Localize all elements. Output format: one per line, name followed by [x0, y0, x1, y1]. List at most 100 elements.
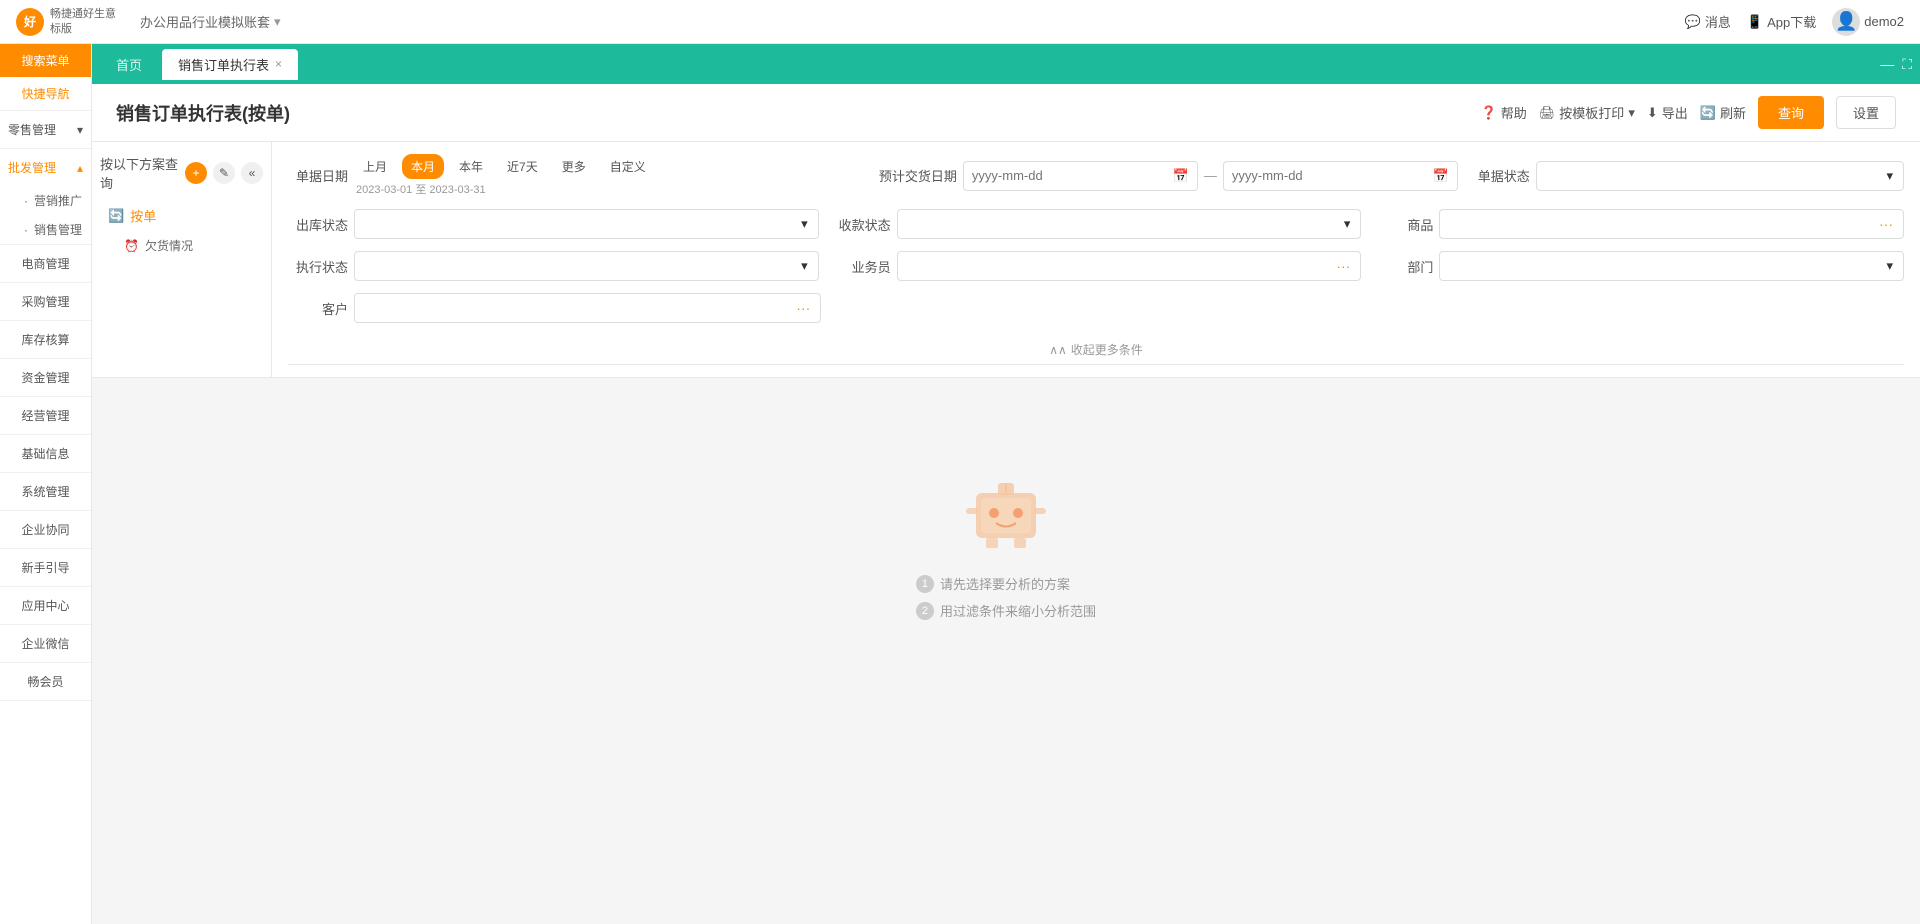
salesperson-label: 业务员	[831, 257, 891, 276]
doc-status-label: 单据状态	[1470, 166, 1530, 185]
sidebar-item-wechat[interactable]: 企业微信	[0, 625, 91, 663]
add-scheme-button[interactable]: +	[185, 162, 207, 184]
sidebar-item-purchase[interactable]: 采购管理	[0, 283, 91, 321]
print-arrow-icon: ▾	[1628, 105, 1635, 121]
expected-delivery-label: 预计交货日期	[879, 166, 957, 185]
filter-scheme-label: 按以下方案查询	[100, 154, 185, 192]
sidebar-item-appcenter[interactable]: 应用中心	[0, 587, 91, 625]
sidebar-item-finance[interactable]: 资金管理	[0, 359, 91, 397]
custom-date-btn[interactable]: 自定义	[601, 154, 655, 179]
filter-scheme-header: 按以下方案查询 + ✎ «	[100, 154, 263, 192]
empty-illustration	[956, 458, 1056, 558]
sidebar-item-wholesale[interactable]: 批发管理 ▴ · 营销推广 · 销售管理	[0, 149, 91, 245]
goods-ellipsis-icon[interactable]: ···	[1879, 216, 1893, 232]
expected-date-start[interactable]: 📅	[963, 161, 1198, 191]
sidebar-item-member[interactable]: 畅会员	[0, 663, 91, 701]
sidebar-item-cooperation[interactable]: 企业协同	[0, 511, 91, 549]
expected-start-input[interactable]	[972, 168, 1169, 183]
goods-input[interactable]: ···	[1439, 209, 1904, 239]
select-arrow-icon: ▾	[1886, 168, 1893, 184]
help-button[interactable]: ❓ 帮助	[1481, 103, 1527, 122]
field-doc-status: 单据状态 ▾	[1470, 161, 1904, 191]
sidebar-retail-header[interactable]: 零售管理 ▾	[0, 111, 91, 148]
app-download-button[interactable]: 📱 App下载	[1747, 12, 1816, 31]
scheme-sub-shortage[interactable]: ⏰ 欠货情况	[100, 231, 263, 260]
sidebar-item-system[interactable]: 系统管理	[0, 473, 91, 511]
last-month-btn[interactable]: 上月	[354, 154, 396, 179]
filter-row-2: 出库状态 ▾ 收款状态 ▾	[288, 209, 1904, 239]
breadcrumb-arrow-icon[interactable]: ▾	[274, 14, 281, 30]
field-salesperson: 业务员 ···	[831, 251, 1362, 281]
print-icon: 🖨	[1539, 105, 1556, 121]
sidebar: 搜索菜单 快捷导航 零售管理 ▾ 批发管理 ▴ · 营销推广 · 销售管理	[0, 44, 92, 924]
sidebar-wholesale-header[interactable]: 批发管理 ▴	[0, 149, 91, 186]
calendar-start-icon: 📅	[1173, 168, 1189, 184]
export-button[interactable]: ⬇ 导出	[1647, 103, 1688, 122]
sidebar-item-newguide[interactable]: 新手引导	[0, 549, 91, 587]
field-goods: 商品 ···	[1373, 209, 1904, 239]
filter-scheme-actions: + ✎ «	[185, 162, 263, 184]
app-icon: 📱	[1747, 14, 1763, 30]
sidebar-item-ecommerce[interactable]: 电商管理	[0, 245, 91, 283]
customer-input[interactable]: ···	[354, 293, 821, 323]
help-icon: ❓	[1481, 105, 1497, 121]
collapse-scheme-button[interactable]: «	[241, 162, 263, 184]
message-button[interactable]: 💬 消息	[1685, 12, 1731, 31]
filter-panel: 按以下方案查询 + ✎ «	[92, 142, 1920, 378]
expected-end-input[interactable]	[1232, 168, 1429, 183]
sidebar-sub-marketing[interactable]: · 营销推广	[0, 186, 91, 215]
last7days-btn[interactable]: 近7天	[498, 154, 547, 179]
department-select[interactable]: ▾	[1439, 251, 1904, 281]
minimize-button[interactable]: —	[1880, 56, 1894, 72]
scheme-item-byorder[interactable]: 🔄 按单	[100, 200, 263, 231]
refresh-button[interactable]: 🔄 刷新	[1700, 103, 1746, 122]
settings-button[interactable]: 设置	[1836, 96, 1896, 129]
search-menu-label: 搜索菜单	[21, 54, 69, 68]
report-tab[interactable]: 销售订单执行表 ×	[162, 49, 298, 80]
collapse-more-button[interactable]: ∧∧ 收起更多条件	[1049, 341, 1143, 358]
main-layout: 搜索菜单 快捷导航 零售管理 ▾ 批发管理 ▴ · 营销推广 · 销售管理	[0, 44, 1920, 924]
top-bar-right: 💬 消息 📱 App下载 👤 demo2	[1685, 8, 1904, 36]
edit-icon: ✎	[219, 166, 229, 180]
maximize-button[interactable]: ⛶	[1902, 56, 1912, 73]
breadcrumb-text: 办公用品行业模拟账套	[140, 12, 270, 31]
expected-date-end[interactable]: 📅	[1223, 161, 1458, 191]
quick-nav-button[interactable]: 快捷导航	[0, 77, 91, 111]
empty-tip-2: 2 用过滤条件来缩小分析范围	[916, 601, 1096, 620]
field-document-date: 单据日期 上月 本月 本年 近7天 更多 自定义	[288, 154, 867, 197]
tab-close-icon[interactable]: ×	[275, 57, 282, 71]
query-button[interactable]: 查询	[1758, 96, 1824, 129]
sidebar-item-basic[interactable]: 基础信息	[0, 435, 91, 473]
filter-row-4: 客户 ···	[288, 293, 821, 323]
home-tab[interactable]: 首页	[100, 49, 158, 80]
salesperson-input[interactable]: ···	[897, 251, 1362, 281]
payment-select[interactable]: ▾	[897, 209, 1362, 239]
add-icon: +	[192, 166, 199, 180]
report-tab-label: 销售订单执行表	[178, 55, 269, 74]
print-button[interactable]: 🖨 按模板打印 ▾	[1539, 103, 1635, 122]
user-menu[interactable]: 👤 demo2	[1832, 8, 1904, 36]
this-month-btn[interactable]: 本月	[402, 154, 444, 179]
scheme-icon: 🔄	[108, 208, 124, 224]
tabs-bar-right: — ⛶	[1880, 56, 1912, 73]
chevron-icon: ▾	[77, 123, 83, 137]
department-label: 部门	[1373, 257, 1433, 276]
customer-ellipsis-icon[interactable]: ···	[796, 300, 810, 316]
outstock-arrow-icon: ▾	[801, 216, 808, 232]
salesperson-ellipsis-icon[interactable]: ···	[1336, 258, 1350, 274]
outstock-select[interactable]: ▾	[354, 209, 819, 239]
bullet-icon2: ·	[24, 223, 28, 237]
sidebar-item-retail[interactable]: 零售管理 ▾	[0, 111, 91, 149]
this-year-btn[interactable]: 本年	[450, 154, 492, 179]
sidebar-sub-sales[interactable]: · 销售管理	[0, 215, 91, 244]
empty-tip-1: 1 请先选择要分析的方案	[916, 574, 1096, 593]
sidebar-item-operation[interactable]: 经营管理	[0, 397, 91, 435]
more-dates-btn[interactable]: 更多	[553, 154, 595, 179]
sidebar-item-inventory[interactable]: 库存核算	[0, 321, 91, 359]
empty-tips: 1 请先选择要分析的方案 2 用过滤条件来缩小分析范围	[916, 574, 1096, 620]
search-menu-button[interactable]: 搜索菜单	[0, 44, 91, 77]
exec-status-select[interactable]: ▾	[354, 251, 819, 281]
doc-status-select[interactable]: ▾	[1536, 161, 1904, 191]
department-arrow-icon: ▾	[1886, 258, 1893, 274]
edit-scheme-button[interactable]: ✎	[213, 162, 235, 184]
